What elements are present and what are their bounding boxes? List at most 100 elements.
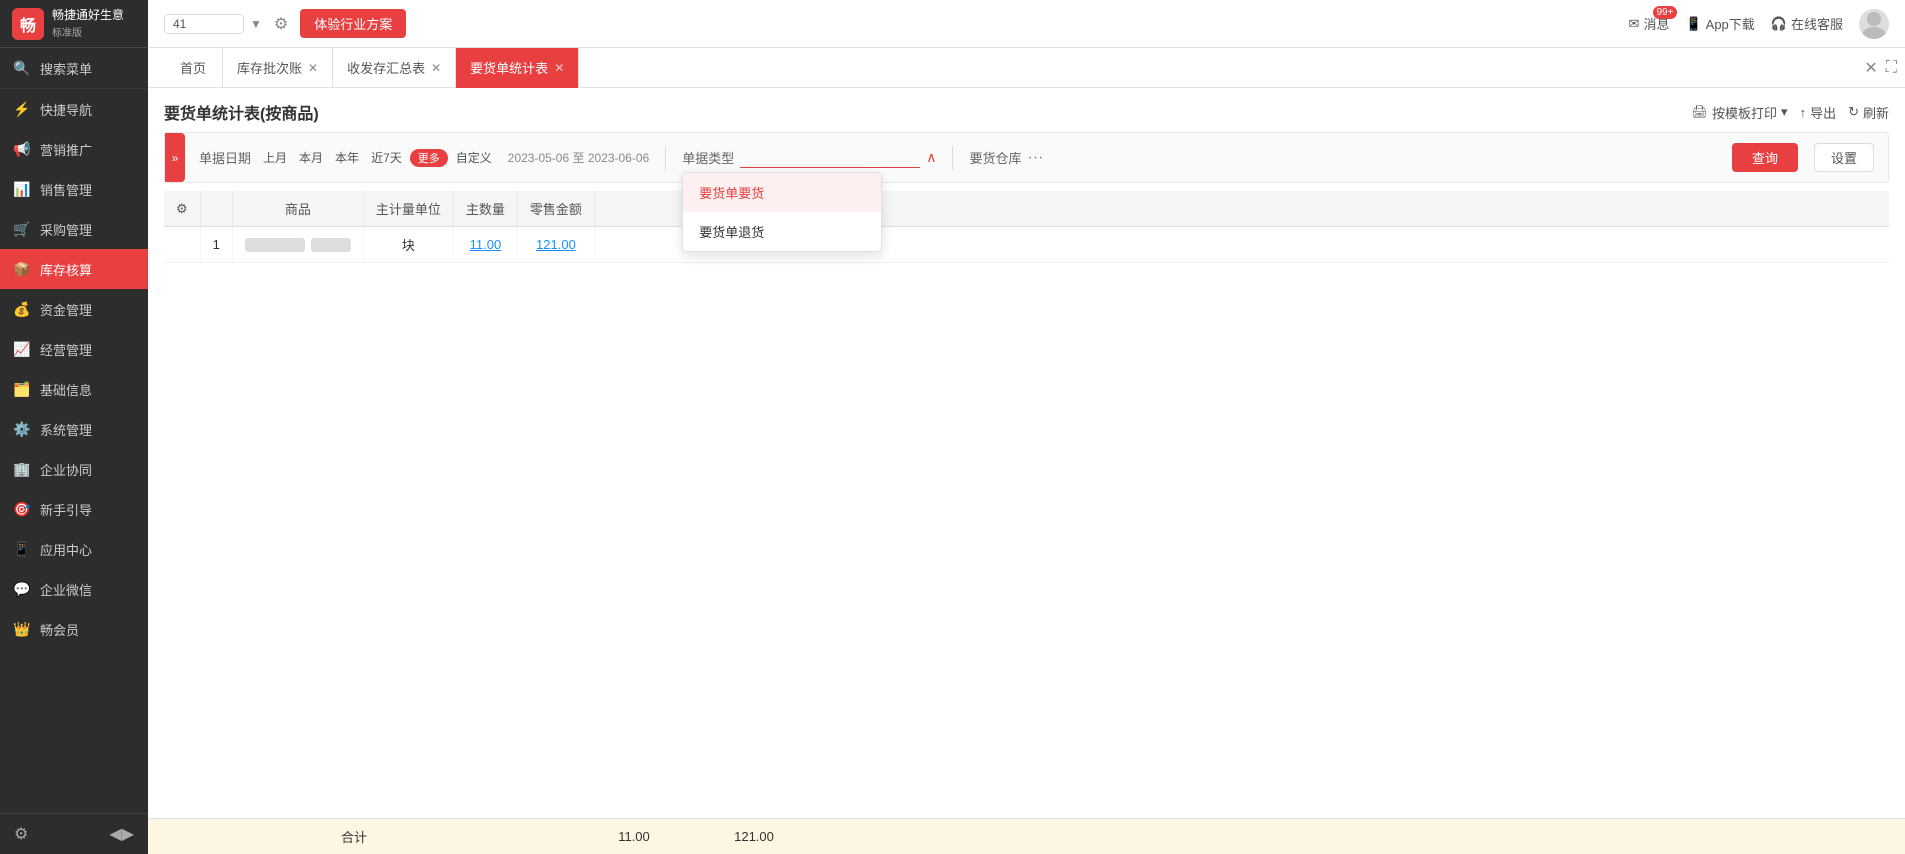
sidebar-item-inventory[interactable]: 📦库存核算 [0, 249, 148, 289]
tab-collect-close[interactable]: ✕ [431, 61, 441, 75]
content: 要货单统计表(按商品) 🖨 按模板打印 ▾ ↑ 导出 ↻ 刷新 » [148, 88, 1905, 854]
tab-requisition-close[interactable]: ✕ [554, 61, 564, 75]
table-settings-icon: ⚙ [176, 201, 188, 216]
tab-extra-expand[interactable]: ⛶ [1886, 59, 1897, 77]
topbar-number-input[interactable]: 41 [164, 14, 244, 34]
date-7days[interactable]: 近7天 [367, 147, 406, 168]
td-seq: 1 [200, 227, 232, 263]
th-qty: 主数量 [453, 191, 517, 227]
sidebar-item-member[interactable]: 👑畅会员 [0, 609, 148, 649]
basic-icon: 🗂️ [12, 379, 32, 399]
sidebar-logo: 畅 畅捷通好生意 标准版 [0, 0, 148, 48]
sidebar-item-shortcut[interactable]: ⚡快捷导航 [0, 89, 148, 129]
warehouse-more-icon[interactable]: ··· [1027, 149, 1043, 167]
tab-batch-close[interactable]: ✕ [308, 61, 318, 75]
online-service-label: 在线客服 [1791, 14, 1843, 33]
sidebar-item-finance[interactable]: 💰资金管理 [0, 289, 148, 329]
tab-batch[interactable]: 库存批次账 ✕ [223, 48, 333, 88]
settings-button[interactable]: 设置 [1814, 143, 1874, 172]
sidebar-bottom: ⚙ ◀▶ [0, 813, 148, 854]
goods-placeholder-1 [245, 238, 305, 252]
date-prev-month[interactable]: 上月 [259, 147, 291, 168]
date-filter-section: 单据日期 上月 本月 本年 近7天 更多 自定义 2023-05-06 至 20… [199, 147, 649, 168]
sidebar-item-appstore[interactable]: 📱应用中心 [0, 529, 148, 569]
sidebar-search-label: 搜索菜单 [40, 59, 92, 78]
marketing-icon: 📢 [12, 139, 32, 159]
th-seq [200, 191, 232, 227]
app-icon: 📱 [12, 539, 32, 559]
data-table: ⚙ 商品 主计量单位 主数量 零售金额 1 [164, 191, 1889, 263]
type-filter-label: 单据类型 [682, 148, 734, 167]
filter-divider-2 [952, 146, 953, 170]
type-dropdown-arrow[interactable]: ∧ [926, 149, 936, 166]
app-download-label: App下载 [1706, 14, 1755, 33]
topbar-gear-icon[interactable]: ⚙ [274, 14, 288, 34]
dropdown-item-requisition[interactable]: 要货单要货 [683, 173, 881, 212]
sidebar-item-purchase[interactable]: 🛒采购管理 [0, 209, 148, 249]
search-icon: 🔍 [12, 58, 32, 78]
finance-icon: 💰 [12, 299, 32, 319]
filter-expand-button[interactable]: » [165, 133, 185, 182]
sidebar-item-operation[interactable]: 📈经营管理 [0, 329, 148, 369]
refresh-icon: ↻ [1848, 104, 1859, 120]
goods-name-cell [245, 238, 351, 252]
trial-button[interactable]: 体验行业方案 [300, 9, 406, 38]
date-year[interactable]: 本年 [331, 147, 363, 168]
filter-bar: » 单据日期 上月 本月 本年 近7天 更多 自定义 2023-05-06 至 … [164, 132, 1889, 183]
date-custom[interactable]: 自定义 [452, 147, 496, 168]
sidebar-item-guide[interactable]: 🎯新手引导 [0, 489, 148, 529]
export-btn[interactable]: ↑ 导出 [1800, 103, 1837, 122]
td-goods [232, 227, 363, 263]
type-filter-input[interactable] [740, 148, 920, 168]
table-footer: 合计 11.00 121.00 [148, 818, 1905, 854]
print-arrow[interactable]: ▾ [1781, 104, 1788, 120]
table-area: ⚙ 商品 主计量单位 主数量 零售金额 1 [148, 191, 1905, 818]
enterprise-icon: 🏢 [12, 459, 32, 479]
query-button[interactable]: 查询 [1732, 143, 1798, 172]
tab-requisition[interactable]: 要货单统计表 ✕ [456, 48, 579, 88]
sidebar-item-sales[interactable]: 📊销售管理 [0, 169, 148, 209]
tab-collect-label: 收发存汇总表 [347, 58, 425, 77]
dropdown-item-return[interactable]: 要货单退货 [683, 212, 881, 251]
sidebar-item-marketing[interactable]: 📢营销推广 [0, 129, 148, 169]
online-service-icon: 🎧 [1771, 16, 1787, 32]
sidebar-item-enterprise[interactable]: 🏢企业协同 [0, 449, 148, 489]
type-dropdown-menu: 要货单要货 要货单退货 [682, 172, 882, 252]
collapse-icon[interactable]: ◀▶ [109, 824, 134, 844]
user-avatar[interactable] [1859, 9, 1889, 39]
warehouse-filter-section: 要货仓库 ··· [969, 148, 1043, 167]
print-btn[interactable]: 🖨 按模板打印 ▾ [1692, 103, 1788, 122]
operation-icon: 📈 [12, 339, 32, 359]
system-icon: ⚙️ [12, 419, 32, 439]
refresh-btn[interactable]: ↻ 刷新 [1848, 103, 1889, 122]
goods-placeholder-2 [311, 238, 351, 252]
tab-home[interactable]: 首页 [164, 48, 223, 88]
shortcut-icon: ⚡ [12, 99, 32, 119]
topbar-dropdown-arrow[interactable]: ▼ [250, 17, 262, 31]
page-title: 要货单统计表(按商品) [164, 100, 319, 124]
sidebar-item-wechat[interactable]: 💬企业微信 [0, 569, 148, 609]
date-more-tag[interactable]: 更多 [410, 149, 448, 167]
settings-bottom-icon[interactable]: ⚙ [14, 824, 28, 844]
th-settings[interactable]: ⚙ [164, 191, 200, 227]
messages-item[interactable]: ✉ 消息 99+ [1629, 14, 1670, 33]
inventory-icon: 📦 [12, 259, 32, 279]
purchase-icon: 🛒 [12, 219, 32, 239]
sidebar-item-search[interactable]: 🔍 搜索菜单 [0, 48, 148, 89]
logo-text: 畅捷通好生意 标准版 [52, 8, 124, 39]
date-range-display: 2023-05-06 至 2023-06-06 [508, 149, 649, 166]
tab-collect[interactable]: 收发存汇总表 ✕ [333, 48, 456, 88]
table-header-row: ⚙ 商品 主计量单位 主数量 零售金额 [164, 191, 1889, 227]
content-actions: 🖨 按模板打印 ▾ ↑ 导出 ↻ 刷新 [1692, 103, 1890, 122]
td-amount: 121.00 [517, 227, 594, 263]
sidebar-item-system[interactable]: ⚙️系统管理 [0, 409, 148, 449]
warehouse-filter-label: 要货仓库 [969, 148, 1021, 167]
th-amount: 零售金额 [517, 191, 594, 227]
topbar: 41 ▼ ⚙ 体验行业方案 ✉ 消息 99+ 📱 App下载 🎧 在线客服 [148, 0, 1905, 48]
online-service-item[interactable]: 🎧 在线客服 [1771, 14, 1843, 33]
app-download-item[interactable]: 📱 App下载 [1685, 14, 1754, 33]
tab-extra-close[interactable]: ✕ [1864, 58, 1877, 78]
date-curr-month[interactable]: 本月 [295, 147, 327, 168]
th-unit: 主计量单位 [363, 191, 453, 227]
sidebar-item-basic[interactable]: 🗂️基础信息 [0, 369, 148, 409]
